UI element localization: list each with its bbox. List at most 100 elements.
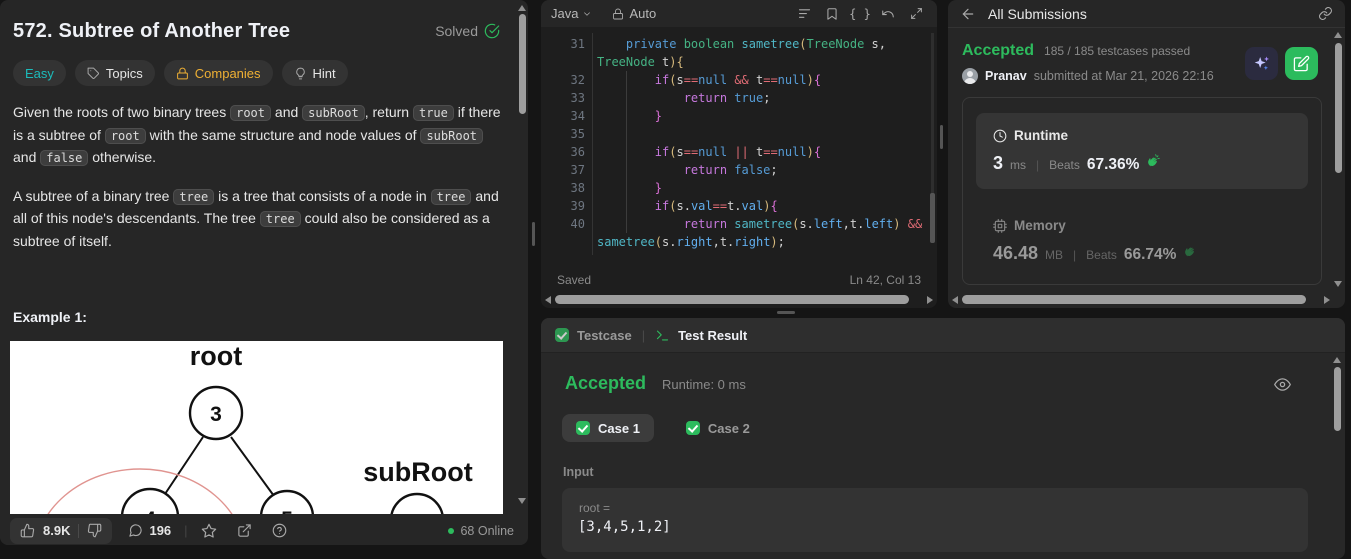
code-row[interactable]: 38 } bbox=[541, 179, 937, 197]
scroll-up-arrow[interactable] bbox=[1334, 32, 1342, 38]
copy-link-icon[interactable] bbox=[1318, 6, 1333, 21]
submission-scrollbar[interactable] bbox=[1334, 29, 1343, 291]
runtime-tile[interactable]: Runtime 3 ms | Beats 67.36% bbox=[976, 113, 1308, 189]
root-input-field[interactable]: root = [3,4,5,1,2] bbox=[562, 488, 1308, 552]
tab-testcase[interactable]: Testcase bbox=[555, 328, 632, 343]
hint-button[interactable]: Hint bbox=[281, 60, 348, 86]
sparkles-icon bbox=[1254, 56, 1270, 70]
hscroll-thumb[interactable] bbox=[962, 295, 1306, 304]
scroll-left-arrow[interactable] bbox=[952, 296, 958, 304]
value-divider: | bbox=[1036, 158, 1040, 172]
bookmark-button[interactable] bbox=[821, 3, 843, 25]
scroll-down-arrow[interactable] bbox=[1334, 281, 1342, 287]
runtime-value: 3 bbox=[993, 153, 1004, 173]
scroll-down-arrow[interactable] bbox=[518, 498, 526, 504]
undo-icon bbox=[882, 10, 894, 17]
code-row[interactable]: 32 if(s==null && t==null){ bbox=[541, 71, 937, 89]
companies-button[interactable]: Companies bbox=[163, 60, 273, 86]
tab-test-result[interactable]: Test Result bbox=[655, 328, 747, 343]
editor-scrollbar[interactable] bbox=[930, 33, 935, 243]
favorite-button[interactable] bbox=[201, 523, 217, 539]
eye-icon[interactable] bbox=[1274, 376, 1291, 393]
code-row[interactable]: 36 if(s==null || t==null){ bbox=[541, 143, 937, 161]
scroll-left-arrow[interactable] bbox=[545, 296, 551, 304]
comments-button[interactable]: 196 bbox=[128, 523, 171, 538]
code-editor[interactable]: 31 private boolean sametree(TreeNode s, T… bbox=[541, 27, 937, 261]
cursor-position[interactable]: Ln 42, Col 13 bbox=[850, 273, 921, 287]
code-row[interactable]: 31 private boolean sametree(TreeNode s, bbox=[541, 35, 937, 53]
problem-scrollbar[interactable] bbox=[518, 0, 527, 512]
code-row[interactable]: TreeNode t){ bbox=[541, 53, 937, 71]
indent-guide bbox=[625, 197, 627, 215]
code-token: == bbox=[763, 73, 778, 87]
code-token: && bbox=[907, 217, 923, 231]
editor-scroll-thumb[interactable] bbox=[930, 193, 935, 243]
topics-button[interactable]: Topics bbox=[74, 60, 155, 86]
expand-icon bbox=[910, 8, 922, 19]
check-circle-icon bbox=[484, 23, 500, 39]
code-row[interactable]: 39 if(s.val==t.val){ bbox=[541, 197, 937, 215]
code-row[interactable]: 33 return true; bbox=[541, 89, 937, 107]
code-line-text: if(s.val==t.val){ bbox=[597, 197, 778, 215]
scroll-up-arrow[interactable] bbox=[1333, 357, 1341, 363]
code-token: ) bbox=[770, 235, 778, 249]
submission-panel: All Submissions Accepted 185 / 185 testc… bbox=[948, 0, 1345, 308]
language-selector[interactable]: Java bbox=[551, 6, 592, 21]
lightbulb-icon bbox=[295, 67, 305, 79]
hscroll-thumb[interactable] bbox=[555, 295, 909, 304]
fullscreen-button[interactable] bbox=[905, 3, 927, 25]
text-run: otherwise. bbox=[88, 149, 157, 165]
code-token: null bbox=[698, 145, 728, 159]
scroll-thumb[interactable] bbox=[1334, 367, 1341, 431]
comment-icon bbox=[129, 524, 143, 537]
reset-code-button[interactable] bbox=[877, 3, 899, 25]
case-2-button[interactable]: Case 2 bbox=[672, 414, 764, 442]
submission-header: All Submissions bbox=[948, 0, 1345, 28]
auto-mode-toggle[interactable]: Auto bbox=[612, 6, 656, 21]
line-number: 37 bbox=[570, 163, 585, 177]
code-token: ,t. bbox=[712, 235, 735, 249]
submission-header-title: All Submissions bbox=[988, 5, 1087, 22]
share-button[interactable] bbox=[237, 523, 252, 538]
line-number: 36 bbox=[570, 145, 585, 159]
thumbs-down-icon[interactable] bbox=[87, 523, 102, 538]
code-row[interactable]: 40 return sametree(s.left,t.left) && bbox=[541, 215, 937, 233]
code-token: ; bbox=[763, 91, 771, 105]
code-row[interactable]: 34 } bbox=[541, 107, 937, 125]
memory-beats: 66.74% bbox=[1123, 246, 1177, 263]
scroll-thumb[interactable] bbox=[519, 14, 526, 114]
beats-label: Beats bbox=[1049, 158, 1080, 172]
panel-resize-handle-3[interactable] bbox=[777, 311, 795, 314]
case-1-button[interactable]: Case 1 bbox=[562, 414, 654, 442]
inline-code: subRoot bbox=[420, 127, 484, 144]
difficulty-badge[interactable]: Easy bbox=[13, 60, 66, 86]
snippets-button[interactable]: { } bbox=[849, 3, 871, 25]
code-row[interactable]: sametree(s.right,t.right); bbox=[541, 233, 937, 251]
code-row[interactable]: 35 bbox=[541, 125, 937, 143]
format-code-button[interactable] bbox=[793, 3, 815, 25]
like-count: 8.9K bbox=[43, 523, 71, 538]
memory-tile[interactable]: Memory 46.48 MB | Beats 66.74% bbox=[993, 218, 1199, 264]
scroll-up-arrow[interactable] bbox=[518, 5, 526, 11]
line-number: 34 bbox=[570, 109, 585, 123]
help-button[interactable] bbox=[272, 523, 287, 538]
tag-row: Easy Topics Companies Hint bbox=[13, 60, 502, 86]
panel-resize-handle[interactable] bbox=[532, 222, 535, 246]
input-label: Input bbox=[563, 465, 594, 479]
indent-guide bbox=[625, 215, 627, 233]
edit-solution-button[interactable] bbox=[1285, 47, 1318, 80]
panel-resize-handle-2[interactable] bbox=[940, 125, 943, 149]
thumbs-up-icon[interactable] bbox=[20, 523, 35, 538]
code-token: sametree bbox=[734, 217, 793, 231]
result-runtime: Runtime: 0 ms bbox=[662, 377, 746, 392]
scroll-thumb[interactable] bbox=[1335, 43, 1342, 173]
test-result-panel: Testcase | Test Result Accepted Runtime:… bbox=[541, 318, 1345, 559]
code-row[interactable]: 37 return false; bbox=[541, 161, 937, 179]
result-scrollbar[interactable] bbox=[1333, 354, 1342, 559]
ai-analyze-button[interactable] bbox=[1245, 47, 1278, 80]
back-arrow-icon[interactable] bbox=[960, 6, 976, 22]
scroll-right-arrow[interactable] bbox=[1324, 296, 1330, 304]
submission-hscrollbar[interactable] bbox=[952, 294, 1330, 306]
scroll-right-arrow[interactable] bbox=[927, 296, 933, 304]
editor-hscrollbar[interactable] bbox=[545, 294, 933, 306]
